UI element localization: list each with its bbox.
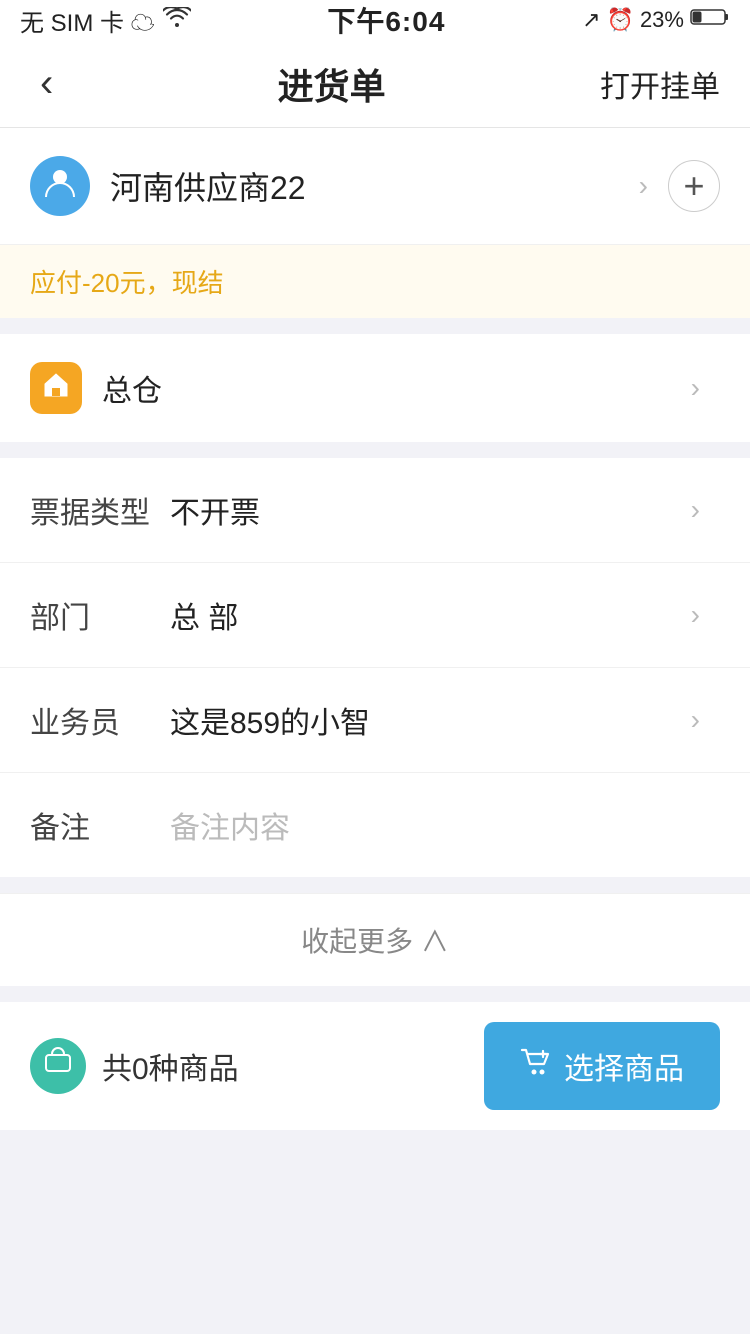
remark-label: 备注 <box>30 803 170 847</box>
location-icon: ↗ <box>582 7 600 33</box>
salesperson-label: 业务员 <box>30 698 170 742</box>
salesperson-row[interactable]: 业务员 这是859的小智 › <box>0 668 750 773</box>
house-icon <box>41 370 71 407</box>
battery-level: 23% <box>640 7 684 33</box>
select-goods-label: 选择商品 <box>564 1044 684 1088</box>
status-left: 无 SIM 卡 ☁ <box>20 3 191 38</box>
supplier-chevron-icon: › <box>639 170 648 202</box>
invoice-type-label: 票据类型 <box>30 488 170 532</box>
supplier-row[interactable]: 河南供应商22 › + <box>0 128 750 245</box>
warehouse-name: 总仓 <box>102 366 691 410</box>
person-icon <box>43 165 77 207</box>
invoice-type-row[interactable]: 票据类型 不开票 › <box>0 458 750 563</box>
wifi-icon <box>163 6 191 34</box>
form-section: 票据类型 不开票 › 部门 总 部 › 业务员 这是859的小智 › 备注 备注… <box>0 458 750 877</box>
supplier-notice: 应付-20元，现结 <box>0 245 750 318</box>
main-content: 河南供应商22 › + 应付-20元，现结 总仓 › 票据类型 不开票 <box>0 128 750 1130</box>
salesperson-value: 这是859的小智 <box>170 698 691 742</box>
bottom-bar: 共0种商品 选择商品 <box>0 1002 750 1130</box>
cart-icon <box>42 1047 74 1086</box>
back-button[interactable]: ‹ <box>30 51 63 116</box>
department-row[interactable]: 部门 总 部 › <box>0 563 750 668</box>
invoice-type-value: 不开票 <box>170 488 691 532</box>
select-cart-icon <box>520 1048 552 1084</box>
status-bar: 无 SIM 卡 ☁ 下午6:04 ↗ ⏰ 23% <box>0 0 750 40</box>
battery-icon <box>690 7 730 33</box>
warehouse-section: 总仓 › <box>0 334 750 442</box>
select-goods-button[interactable]: 选择商品 <box>484 1022 720 1110</box>
department-chevron-icon: › <box>691 599 700 631</box>
add-supplier-button[interactable]: + <box>668 160 720 212</box>
warehouse-row[interactable]: 总仓 › <box>0 334 750 442</box>
remark-row[interactable]: 备注 备注内容 <box>0 773 750 877</box>
supplier-avatar <box>30 156 90 216</box>
supplier-section: 河南供应商22 › + 应付-20元，现结 <box>0 128 750 318</box>
department-value: 总 部 <box>170 593 691 637</box>
department-label: 部门 <box>30 593 170 637</box>
salesperson-chevron-icon: › <box>691 704 700 736</box>
alarm-icon: ⏰ <box>607 7 634 33</box>
nav-bar: ‹ 进货单 打开挂单 <box>0 40 750 128</box>
page-title: 进货单 <box>278 58 386 110</box>
goods-count-label: 共0种商品 <box>102 1044 484 1088</box>
remark-placeholder: 备注内容 <box>170 803 720 847</box>
warehouse-icon-bg <box>30 362 82 414</box>
collapse-button[interactable]: 收起更多 ∧ <box>0 893 750 986</box>
warehouse-chevron-icon: › <box>691 372 700 404</box>
status-time: 下午6:04 <box>327 0 445 40</box>
invoice-type-chevron-icon: › <box>691 494 700 526</box>
open-pending-button[interactable]: 打开挂单 <box>600 62 720 106</box>
goods-icon-bg <box>30 1038 86 1094</box>
sim-status: 无 SIM 卡 ☁ <box>20 3 155 38</box>
status-right: ↗ ⏰ 23% <box>582 7 730 33</box>
supplier-name: 河南供应商22 <box>110 163 639 209</box>
